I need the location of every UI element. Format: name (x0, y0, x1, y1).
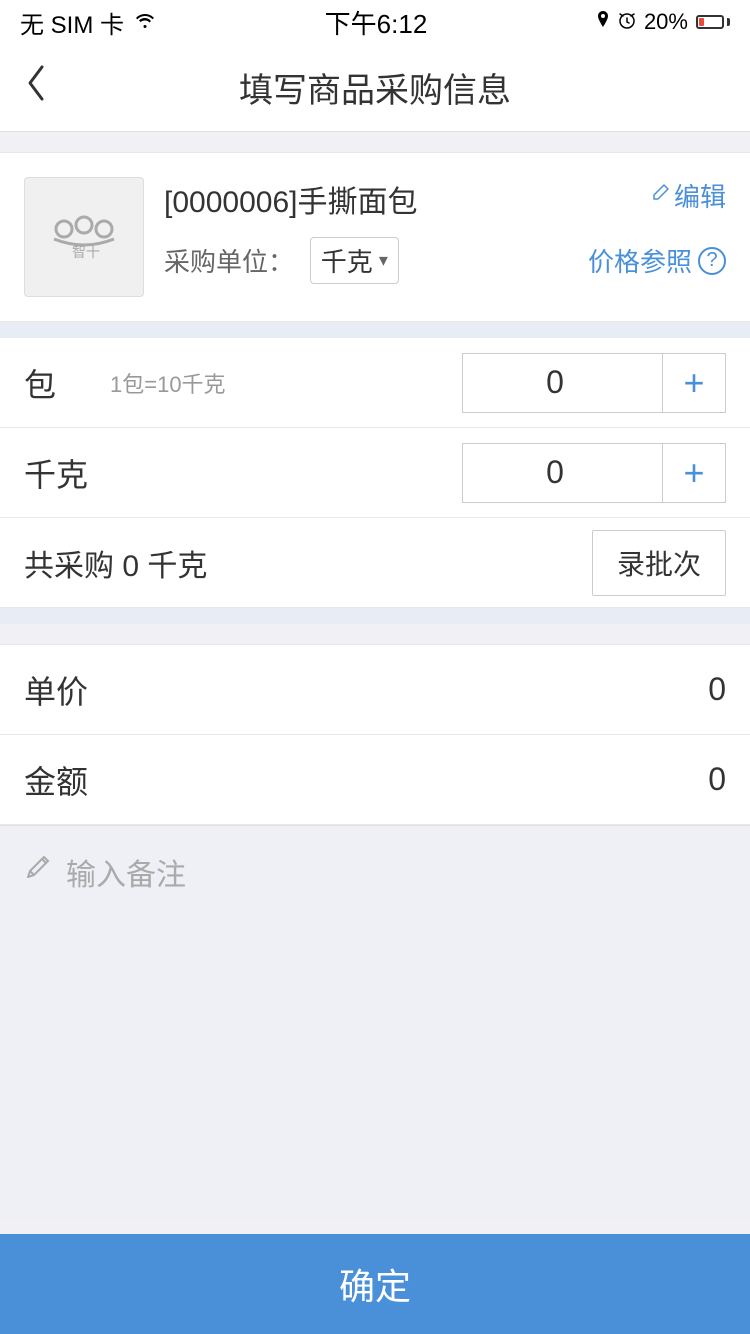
notes-placeholder: 输入备注 (66, 850, 186, 894)
bag-hint: 1包=10千克 (110, 367, 226, 399)
chevron-down-icon: ▾ (379, 250, 388, 271)
bag-plus-button[interactable]: + (662, 353, 726, 413)
empty-area (0, 918, 750, 1218)
section-divider-1 (0, 322, 750, 338)
battery-percent: 20% (644, 9, 688, 35)
bag-quantity-input[interactable] (462, 353, 662, 413)
kg-quantity-input[interactable] (462, 443, 662, 503)
status-time: 下午6:12 (325, 4, 428, 41)
back-button[interactable] (24, 63, 48, 112)
amount-label: 金额 (24, 757, 88, 803)
section-divider-2 (0, 608, 750, 624)
product-card: 智十 [0000006]手撕面包 编辑 采购单位： 千克 ▾ 价格参照 (0, 152, 750, 322)
kg-input-group: + (462, 443, 726, 503)
battery-icon (696, 15, 730, 29)
unit-label-group: 采购单位： 千克 ▾ (164, 237, 399, 284)
unit-row: 采购单位： 千克 ▾ 价格参照 ? (164, 237, 726, 284)
carrier-text: 无 SIM 卡 (20, 5, 124, 40)
kg-plus-button[interactable]: + (662, 443, 726, 503)
notes-section[interactable]: 输入备注 (0, 825, 750, 918)
unit-price-label: 单价 (24, 667, 88, 713)
alarm-icon (618, 9, 636, 35)
location-icon (596, 9, 610, 35)
kg-input-row: 千克 + (0, 428, 750, 518)
product-info: [0000006]手撕面包 编辑 采购单位： 千克 ▾ 价格参照 ? (164, 177, 726, 284)
wifi-icon (134, 9, 156, 35)
summary-text: 共采购 0 千克 (24, 541, 207, 585)
status-left: 无 SIM 卡 (20, 5, 156, 40)
amount-row: 金额 0 (0, 735, 750, 825)
unit-select[interactable]: 千克 ▾ (310, 237, 399, 284)
nav-bar: 填写商品采购信息 (0, 44, 750, 132)
svg-text:智十: 智十 (72, 244, 100, 260)
input-section: 包 1包=10千克 + 千克 + 共采购 0 千克 录批次 (0, 338, 750, 608)
amount-value: 0 (708, 761, 726, 798)
page-title: 填写商品采购信息 (239, 63, 511, 112)
status-bar: 无 SIM 卡 下午6:12 20% (0, 0, 750, 44)
bag-input-group: + (462, 353, 726, 413)
confirm-button[interactable]: 确定 (0, 1234, 750, 1334)
batch-button[interactable]: 录批次 (592, 530, 726, 596)
unit-label: 采购单位： (164, 247, 294, 277)
bag-label: 包 (24, 360, 104, 406)
edit-button[interactable]: 编辑 (650, 177, 726, 214)
price-reference-button[interactable]: 价格参照 ? (588, 242, 726, 279)
edit-icon (650, 183, 670, 209)
summary-row: 共采购 0 千克 录批次 (0, 518, 750, 608)
unit-price-row: 单价 0 (0, 645, 750, 735)
pencil-icon (24, 855, 52, 890)
bag-input-row: 包 1包=10千克 + (0, 338, 750, 428)
product-name: [0000006]手撕面包 (164, 177, 650, 221)
help-icon: ? (698, 247, 726, 275)
unit-price-value: 0 (708, 671, 726, 708)
status-right: 20% (596, 9, 730, 35)
kg-label: 千克 (24, 450, 104, 496)
product-name-row: [0000006]手撕面包 编辑 (164, 177, 726, 221)
price-section: 单价 0 金额 0 (0, 644, 750, 825)
product-thumbnail: 智十 (24, 177, 144, 297)
